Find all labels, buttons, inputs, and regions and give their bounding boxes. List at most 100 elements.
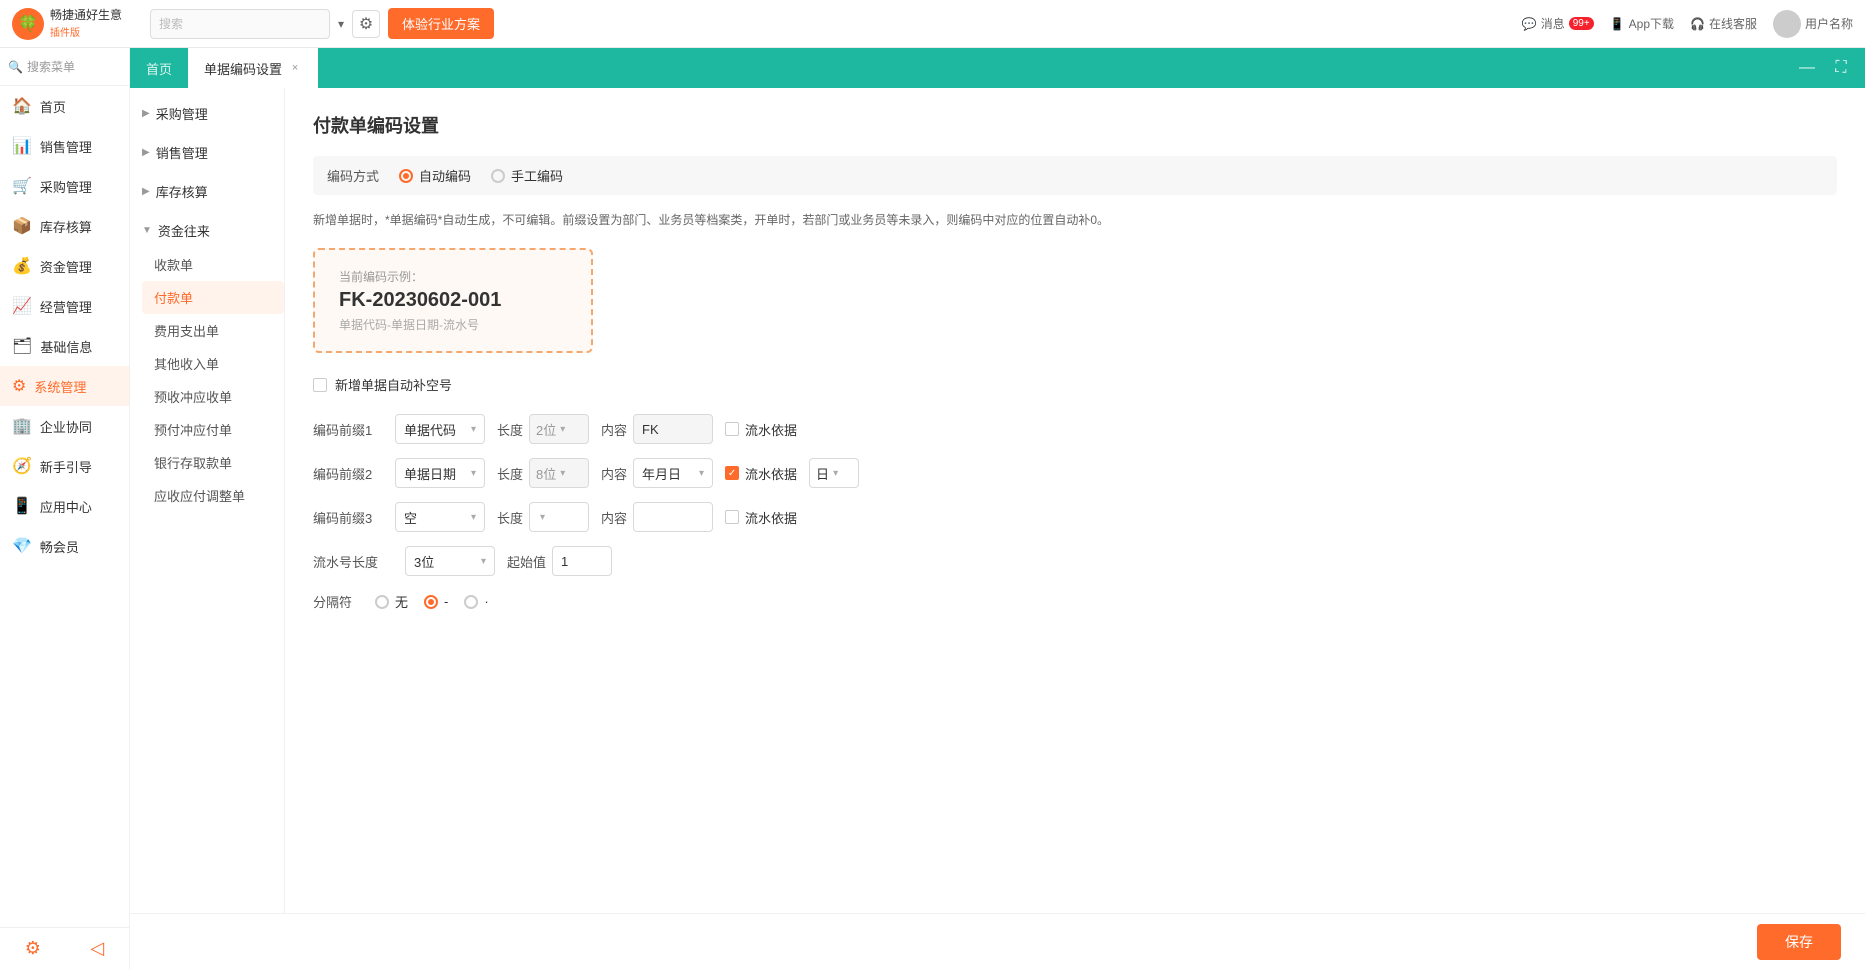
subnav-header-inventory[interactable]: ▶ 库存核算 (130, 174, 284, 209)
auto-fill-checkbox[interactable] (313, 378, 327, 392)
subnav-header-sales[interactable]: ▶ 销售管理 (130, 135, 284, 170)
sidebar-item-fund[interactable]: 💰 资金管理 (0, 246, 129, 286)
sidebar-item-vip[interactable]: 💎 畅会员 (0, 526, 129, 566)
corp-icon: 🏢 (12, 416, 32, 436)
tab-home[interactable]: 首页 (130, 48, 188, 88)
sys-icon: ⚙ (12, 376, 26, 396)
message-btn[interactable]: 💬 消息 99+ (1522, 15, 1594, 32)
sep-none-radio (375, 595, 389, 609)
sep-none-label: 无 (395, 592, 408, 611)
gear-icon[interactable]: ⚙ (352, 10, 380, 38)
subnav-header-fund[interactable]: ▼ 资金往来 (130, 213, 284, 248)
sidebar-item-inventory[interactable]: 📦 库存核算 (0, 206, 129, 246)
separator-row: 分隔符 无 - (313, 592, 1837, 611)
content-area: 首页 单据编码设置 × — ⛶ ▶ 采购管理 (130, 48, 1865, 969)
subnav-header-purchase[interactable]: ▶ 采购管理 (130, 96, 284, 131)
subnav-fund-label: 资金往来 (158, 221, 210, 240)
content2-select[interactable]: 年月日 ▾ (633, 458, 713, 488)
subnav-item-bank-deposit[interactable]: 银行存取款单 (142, 446, 284, 479)
sep-dot-option[interactable]: · (464, 594, 488, 609)
serial1-checkbox[interactable] (725, 422, 739, 436)
radio-auto-dot (403, 173, 409, 179)
sidebar-home-label: 首页 (40, 97, 66, 116)
tab-close-icon[interactable]: × (288, 61, 302, 75)
tabbar-maximize-btn[interactable]: ⛶ (1827, 54, 1855, 82)
start-value-input[interactable]: 1 (552, 546, 612, 576)
prefix3-arrow-icon: ▾ (471, 512, 476, 523)
day-label: 日 (816, 464, 829, 483)
sidebar-item-corp[interactable]: 🏢 企业协同 (0, 406, 129, 446)
prefix1-select[interactable]: 单据代码 ▾ (395, 414, 485, 444)
fund-icon: 💰 (12, 256, 32, 276)
sep-none-option[interactable]: 无 (375, 592, 408, 611)
collapse-icon[interactable]: ◁ (90, 938, 104, 959)
tabbar-minimize-btn[interactable]: — (1793, 54, 1821, 82)
sep-dash-option[interactable]: - (424, 594, 448, 609)
sidebar-item-purchase[interactable]: 🛒 采购管理 (0, 166, 129, 206)
appcenter-icon: 📱 (12, 496, 32, 516)
sidebar-search[interactable]: 🔍 搜索菜单 (0, 48, 129, 86)
length1-select[interactable]: 2位 ▾ (529, 414, 589, 444)
sidebar-item-sys[interactable]: ⚙ 系统管理 (0, 366, 129, 406)
subnav-item-advance-pay[interactable]: 预付冲应付单 (142, 413, 284, 446)
prefix2-select[interactable]: 单据日期 ▾ (395, 458, 485, 488)
serial3-group: 流水依据 (725, 508, 797, 527)
online-service-label: 在线客服 (1709, 15, 1757, 32)
sidebar-item-sales[interactable]: 📊 销售管理 (0, 126, 129, 166)
online-service-btn[interactable]: 🎧 在线客服 (1690, 15, 1757, 32)
radio-auto[interactable]: 自动编码 (399, 166, 471, 185)
sidebar-item-home[interactable]: 🏠 首页 (0, 86, 129, 126)
sep-dash-dot (428, 599, 434, 605)
subnav-item-other-income[interactable]: 其他收入单 (142, 347, 284, 380)
page-footer: 保存 (130, 913, 1865, 969)
topbar: 🍀 畅捷通好生意 插件版 搜索 ▾ ⚙ 体验行业方案 💬 消息 99+ 📱 Ap… (0, 0, 1865, 48)
sidebar-item-ops[interactable]: 📈 经营管理 (0, 286, 129, 326)
prefix3-label: 编码前缀3 (313, 508, 383, 527)
prefix1-label: 编码前缀1 (313, 420, 383, 439)
user-area[interactable]: 用户名称 (1773, 10, 1853, 38)
length3-label: 长度 (497, 508, 523, 527)
sidebar-vip-label: 畅会员 (40, 537, 79, 556)
day-select[interactable]: 日 ▾ (809, 458, 859, 488)
message-label: 消息 (1541, 15, 1565, 32)
subnav-fund-children: 收款单 付款单 费用支出单 其他收入单 (130, 248, 284, 512)
serial-length-select[interactable]: 3位 ▾ (405, 546, 495, 576)
logo-icon: 🍀 (12, 8, 44, 40)
subnav-item-recv-adjust[interactable]: 应收应付调整单 (142, 479, 284, 512)
save-button[interactable]: 保存 (1757, 924, 1841, 960)
length2-arrow-icon: ▾ (560, 468, 565, 479)
chevron-right-icon3: ▶ (142, 186, 150, 197)
topbar-right: 💬 消息 99+ 📱 App下载 🎧 在线客服 用户名称 (1522, 10, 1853, 38)
sidebar-sales-label: 销售管理 (40, 137, 92, 156)
subnav-item-payment[interactable]: 付款单 (142, 281, 284, 314)
tabbar-actions: — ⛶ (1793, 54, 1865, 82)
subnav-group-purchase: ▶ 采购管理 (130, 96, 284, 131)
subnav-item-advance-recv[interactable]: 预收冲应收单 (142, 380, 284, 413)
subnav-item-receipt[interactable]: 收款单 (142, 248, 284, 281)
serial3-checkbox[interactable] (725, 510, 739, 524)
settings-bottom-icon[interactable]: ⚙ (25, 938, 41, 959)
content2-arrow-icon: ▾ (699, 468, 704, 479)
prefix3-select[interactable]: 空 ▾ (395, 502, 485, 532)
length3-select[interactable]: ▾ (529, 502, 589, 532)
sidebar-item-appcenter[interactable]: 📱 应用中心 (0, 486, 129, 526)
sidebar-item-guide[interactable]: 🧭 新手引导 (0, 446, 129, 486)
topbar-dropdown[interactable]: ▾ (338, 17, 344, 31)
length2-value: 8位 (536, 464, 556, 483)
inventory-icon: 📦 (12, 216, 32, 236)
tab-setting[interactable]: 单据编码设置 × (188, 48, 318, 88)
length2-select[interactable]: 8位 ▾ (529, 458, 589, 488)
serial2-group: ✓ 流水依据 (725, 464, 797, 483)
prefix1-value: 单据代码 (404, 420, 456, 439)
serial1-label: 流水依据 (745, 420, 797, 439)
sep-label: 分隔符 (313, 592, 363, 611)
basic-icon: 🗂 (12, 336, 32, 356)
manual-encode-label: 手工编码 (511, 166, 563, 185)
subnav-item-expense[interactable]: 费用支出单 (142, 314, 284, 347)
sidebar-item-basic[interactable]: 🗂 基础信息 (0, 326, 129, 366)
content1-input: FK (633, 414, 713, 444)
radio-manual[interactable]: 手工编码 (491, 166, 563, 185)
serial2-checkbox[interactable]: ✓ (725, 466, 739, 480)
app-download-btn[interactable]: 📱 App下载 (1610, 15, 1674, 32)
trial-button[interactable]: 体验行业方案 (388, 8, 494, 39)
